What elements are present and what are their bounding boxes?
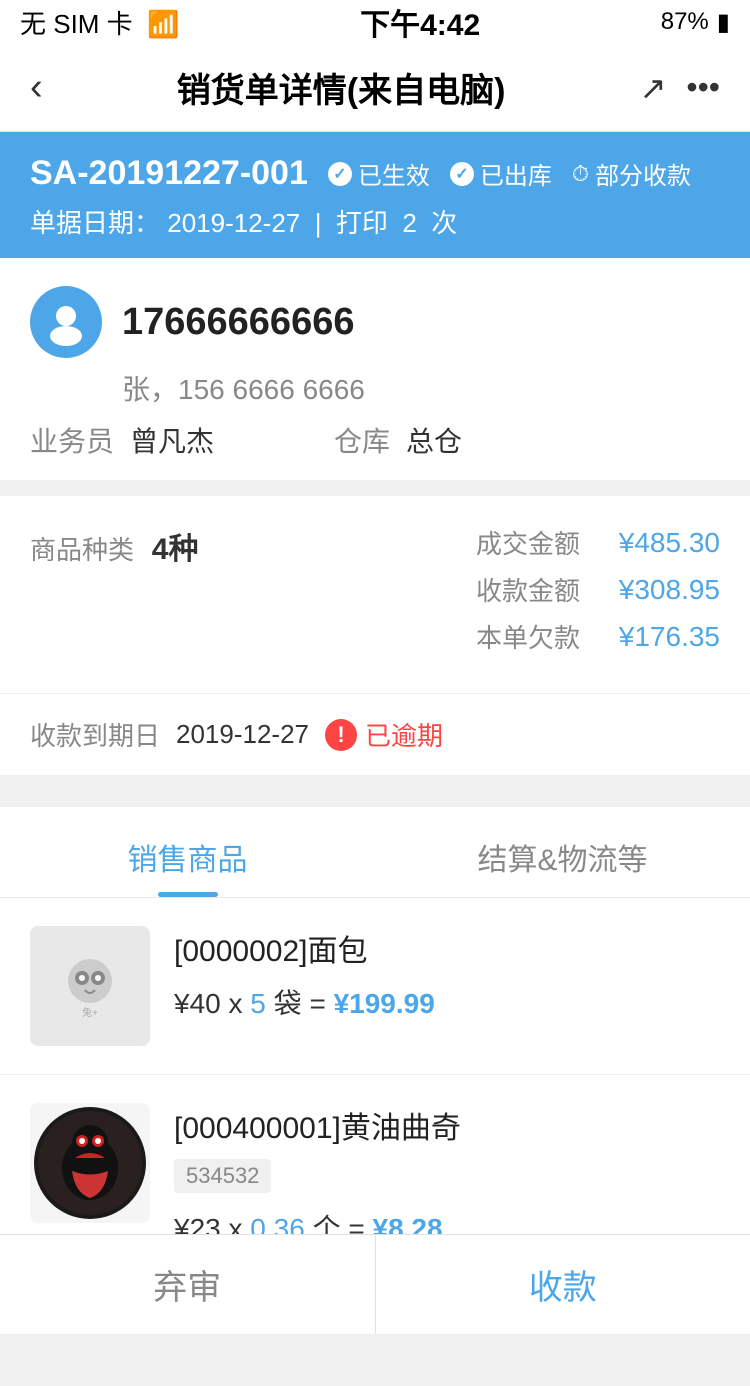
date-label: 单据日期： — [30, 208, 160, 238]
collect-payment-button[interactable]: 收款 — [376, 1235, 750, 1334]
product-types: 商品种类 4种 — [30, 524, 198, 568]
product-price-1: ¥40 x 5 袋 = ¥199.99 — [174, 982, 720, 1022]
bottom-bar: 弃审 收款 — [0, 1234, 750, 1334]
order-date: 2019-12-27 — [167, 208, 300, 238]
status-badge-shipped: ✓ 已出库 — [450, 156, 552, 191]
warehouse-label: 仓库 — [334, 420, 390, 460]
customer-section: 17666666666 张，156 6666 6666 业务员 曾凡杰 仓库 总… — [0, 258, 750, 480]
page-title: 销货单详情(来自电脑) — [177, 63, 506, 112]
overdue-badge: ! 已逾期 — [325, 716, 443, 753]
type-label: 商品种类 — [30, 535, 134, 565]
product-info-2: [000400001]黄油曲奇 534532 ¥23 x 0.36 个 = ¥8… — [174, 1103, 720, 1247]
order-date-row: 单据日期： 2019-12-27 | 打印 2 次 — [30, 203, 720, 240]
share-icon[interactable]: ↗ — [640, 69, 667, 107]
check-icon-1: ✓ — [328, 162, 352, 186]
product-name-1: [0000002]面包 — [174, 926, 720, 970]
products-section: 兔+ [0000002]面包 ¥40 x 5 袋 = ¥199.99 — [0, 898, 750, 1276]
tab-active-indicator — [158, 892, 218, 897]
owl-icon-1: 兔+ — [50, 946, 130, 1026]
warehouse-value: 总仓 — [406, 420, 462, 460]
product-info-1: [0000002]面包 ¥40 x 5 袋 = ¥199.99 — [174, 926, 720, 1022]
status-badge-partial: ⏱ 部分收款 — [572, 156, 691, 191]
status-time: 下午4:42 — [360, 0, 480, 44]
cancel-review-button[interactable]: 弃审 — [0, 1235, 376, 1334]
received-amount-row: 收款金额 ¥308.95 — [476, 571, 720, 608]
svg-text:兔+: 兔+ — [82, 1006, 98, 1019]
received-label: 收款金额 — [476, 571, 580, 608]
deal-amount-row: 成交金额 ¥485.30 — [476, 524, 720, 561]
deal-value: ¥485.30 — [600, 527, 720, 559]
divider-1 — [0, 480, 750, 496]
status-badge-effective: ✓ 已生效 — [328, 156, 430, 191]
tabs-section: 销售商品 结算&物流等 — [0, 807, 750, 898]
received-value: ¥308.95 — [600, 574, 720, 606]
print-suffix: 次 — [431, 208, 457, 238]
product-image-2 — [30, 1103, 150, 1223]
check-icon-2: ✓ — [450, 162, 474, 186]
type-value: 4种 — [152, 533, 199, 566]
divider-2 — [0, 775, 750, 791]
status-signal: 无 SIM 卡 📶 — [20, 4, 180, 41]
deal-label: 成交金额 — [476, 524, 580, 561]
salesman-value: 曾凡杰 — [130, 420, 214, 460]
salesman-label: 业务员 — [30, 420, 114, 460]
status-battery: 87% ▮ — [661, 8, 730, 37]
status-bar: 无 SIM 卡 📶 下午4:42 87% ▮ — [0, 0, 750, 44]
battery-icon: ▮ — [717, 8, 730, 37]
product-thumbnail-2 — [30, 1103, 150, 1223]
print-count: 2 — [402, 208, 416, 238]
product-item: 兔+ [0000002]面包 ¥40 x 5 袋 = ¥199.99 — [0, 898, 750, 1075]
back-button[interactable]: ‹ — [30, 66, 43, 109]
order-header-banner: SA-20191227-001 ✓ 已生效 ✓ 已出库 ⏱ 部分收款 单据日期：… — [0, 132, 750, 258]
print-label: 打印 — [336, 208, 388, 238]
customer-meta-row: 业务员 曾凡杰 仓库 总仓 — [30, 420, 720, 460]
customer-name-phone: 张，156 6666 6666 — [122, 368, 720, 408]
owed-label: 本单欠款 — [476, 618, 580, 655]
order-id: SA-20191227-001 — [30, 154, 308, 193]
overdue-icon: ! — [325, 719, 357, 751]
tab-settlement[interactable]: 结算&物流等 — [375, 807, 750, 897]
owed-amount-row: 本单欠款 ¥176.35 — [476, 618, 720, 655]
product-sku-2: 534532 — [174, 1159, 271, 1193]
amount-stats: 成交金额 ¥485.30 收款金额 ¥308.95 本单欠款 ¥176.35 — [476, 524, 720, 665]
due-label: 收款到期日 — [30, 716, 160, 753]
nav-bar: ‹ 销货单详情(来自电脑) ↗ ••• — [0, 44, 750, 132]
avatar — [30, 286, 102, 358]
product-placeholder-1: 兔+ — [30, 926, 150, 1046]
clock-icon: ⏱ — [572, 161, 589, 187]
owed-value: ¥176.35 — [600, 621, 720, 653]
due-date-section: 收款到期日 2019-12-27 ! 已逾期 — [0, 693, 750, 775]
stats-section: 商品种类 4种 成交金额 ¥485.30 收款金额 ¥308.95 本单欠款 ¥… — [0, 496, 750, 693]
tab-sales-products[interactable]: 销售商品 — [0, 807, 375, 897]
more-icon[interactable]: ••• — [686, 69, 720, 106]
customer-phone: 17666666666 — [122, 301, 354, 344]
due-date-value: 2019-12-27 — [176, 719, 309, 750]
overdue-text: 已逾期 — [365, 716, 443, 753]
product-image-1: 兔+ — [30, 926, 150, 1046]
battery-percentage: 87% — [661, 8, 709, 36]
user-icon — [42, 298, 90, 346]
product-name-2: [000400001]黄油曲奇 — [174, 1103, 720, 1147]
